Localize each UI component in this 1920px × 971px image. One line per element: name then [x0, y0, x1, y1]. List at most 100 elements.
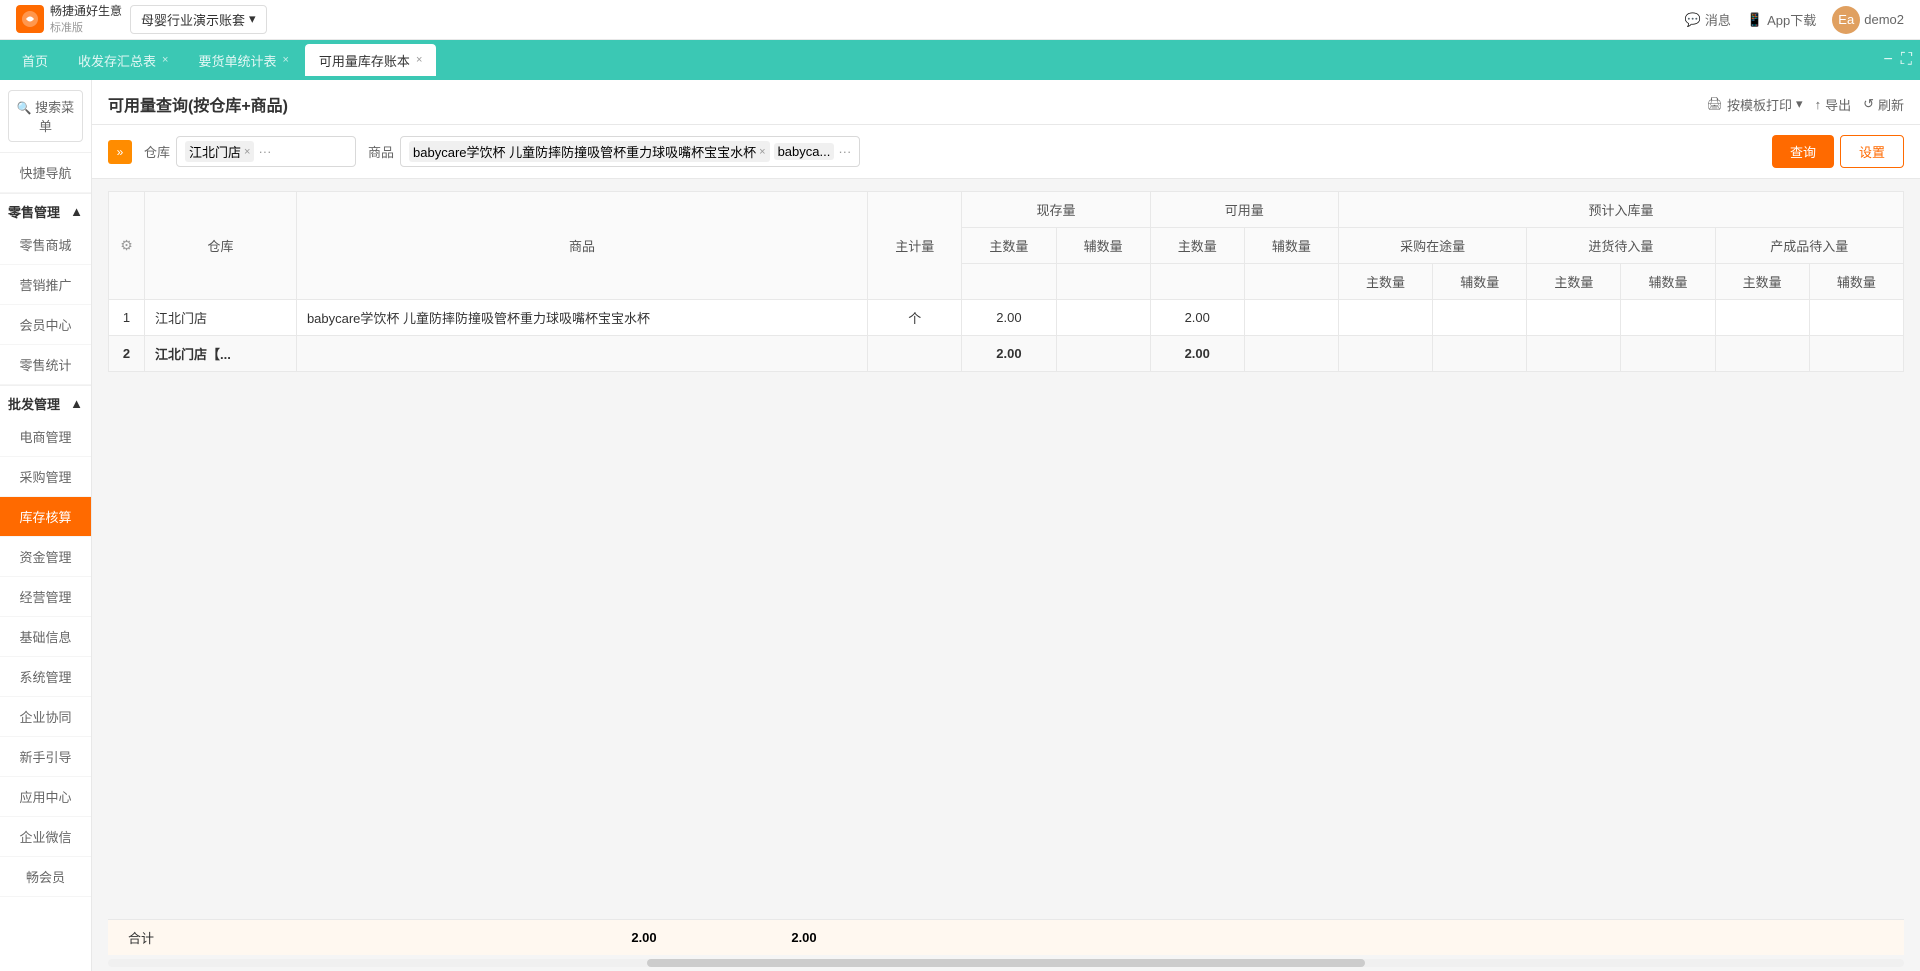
query-btn[interactable]: 查询	[1772, 135, 1834, 168]
th-am1	[1150, 264, 1244, 300]
page-title: 可用量查询(按仓库+商品)	[108, 92, 288, 116]
sidebar-item-member-center[interactable]: 会员中心	[0, 305, 91, 345]
warehouse-tag-close[interactable]: ×	[244, 146, 250, 158]
logo-sub: 标准版	[50, 19, 122, 35]
th-current-stock: 现存量	[962, 192, 1150, 228]
table-scrollbar[interactable]	[108, 959, 1904, 967]
row2-avail-aux	[1244, 336, 1338, 372]
filter-expand-btn[interactable]: »	[108, 140, 132, 164]
scroll-thumb[interactable]	[647, 959, 1365, 967]
product-input[interactable]: babycare学饮杯 儿童防摔防撞吸管杯重力球吸嘴杯宝宝水杯 × babyca…	[400, 136, 860, 167]
sidebar-item-quick-nav[interactable]: 快捷导航	[0, 153, 91, 193]
th-fp-main: 主数量	[1715, 264, 1809, 300]
gear-icon[interactable]: ⚙	[120, 237, 133, 253]
tab-receipt-summary-label: 收发存汇总表	[78, 51, 156, 70]
row1-fp-aux	[1809, 300, 1903, 336]
user-area[interactable]: Ea demo2	[1832, 6, 1904, 34]
filter-bar: » 仓库 江北门店 × ··· 商品 babycare学饮杯 儿童防摔防撞吸管杯…	[92, 125, 1920, 179]
product-tag-2: babyca...	[774, 143, 835, 160]
filter-actions: 查询 设置	[1772, 135, 1904, 168]
row2-current-aux	[1056, 336, 1150, 372]
chevron-down-icon: ▾	[249, 11, 256, 27]
logo-text-area: 畅捷通好生意 标准版	[50, 4, 122, 34]
product-filter-group: 商品 babycare学饮杯 儿童防摔防撞吸管杯重力球吸嘴杯宝宝水杯 × bab…	[368, 136, 860, 167]
tab-order-stats[interactable]: 要货单统计表 ×	[184, 44, 302, 76]
sidebar-item-inventory-check[interactable]: 库存核算	[0, 497, 91, 537]
th-unit: 主计量	[868, 192, 962, 300]
sidebar: 🔍 搜索菜单 快捷导航 零售管理 ▲ 零售商城 营销推广 会员中心 零售统计 批…	[0, 80, 92, 971]
industry-label: 母婴行业演示账套	[141, 10, 245, 29]
row2-index: 2	[109, 336, 145, 372]
th-settings: ⚙	[109, 192, 145, 300]
sidebar-item-wholesale-mgmt[interactable]: 批发管理 ▲	[0, 385, 91, 417]
top-bar-right: 💬 消息 📱 App下载 Ea demo2	[1685, 6, 1904, 34]
th-current-aux: 辅数量	[1056, 228, 1150, 264]
chevron-icon-wholesale: ▲	[70, 396, 83, 411]
tab-home[interactable]: 首页	[8, 44, 62, 76]
data-table: ⚙ 仓库 商品 主计量 现存量 可用量 预计入库量 主数量 辅数量 主数量 辅数…	[108, 191, 1904, 372]
tab-receipt-summary[interactable]: 收发存汇总表 ×	[64, 44, 182, 76]
row1-pt-main	[1338, 300, 1432, 336]
row1-product: babycare学饮杯 儿童防摔防撞吸管杯重力球吸嘴杯宝宝水杯	[296, 300, 867, 336]
row2-ip-aux	[1621, 336, 1715, 372]
template-print-btn[interactable]: 🖨 按模板打印 ▾	[1707, 95, 1803, 114]
th-available-main: 主数量	[1150, 228, 1244, 264]
product-tag-1-close[interactable]: ×	[759, 146, 765, 158]
product-label: 商品	[368, 142, 394, 161]
page-actions: 🖨 按模板打印 ▾ ↑ 导出 ↺ 刷新	[1707, 95, 1905, 114]
sidebar-item-basic-info[interactable]: 基础信息	[0, 617, 91, 657]
tab-available-stock[interactable]: 可用量库存账本 ×	[305, 44, 436, 76]
tab-receipt-summary-close[interactable]: ×	[162, 54, 168, 66]
logo-area: 畅捷通好生意 标准版	[16, 4, 122, 34]
th-warehouse: 仓库	[145, 192, 297, 300]
sidebar-item-purchase-mgmt[interactable]: 采购管理	[0, 457, 91, 497]
sidebar-item-new-guide[interactable]: 新手引导	[0, 737, 91, 777]
th-cm1	[962, 264, 1056, 300]
tab-expand-btn[interactable]: ⛶	[1901, 51, 1912, 69]
sidebar-item-ops-mgmt[interactable]: 经营管理	[0, 577, 91, 617]
app-download-btn[interactable]: 📱 App下载	[1747, 10, 1816, 29]
message-icon: 💬	[1685, 12, 1701, 28]
warehouse-more-btn[interactable]: ···	[258, 144, 271, 159]
tab-order-stats-close[interactable]: ×	[282, 54, 288, 66]
export-label: 导出	[1825, 95, 1851, 114]
footer-current-main: 2.00	[604, 930, 684, 945]
sidebar-item-app-center[interactable]: 应用中心	[0, 777, 91, 817]
sidebar-item-ecommerce[interactable]: 电商管理	[0, 417, 91, 457]
sidebar-item-retail-mall[interactable]: 零售商城	[0, 225, 91, 265]
warehouse-input[interactable]: 江北门店 × ···	[176, 136, 356, 167]
export-btn[interactable]: ↑ 导出	[1815, 95, 1852, 114]
chevron-icon: ▲	[70, 204, 83, 219]
th-inbound-pending: 进货待入量	[1527, 228, 1715, 264]
logo-icon	[16, 5, 44, 33]
tab-bar-right: − ⛶	[1883, 51, 1912, 69]
tab-minimize-btn[interactable]: −	[1883, 51, 1892, 69]
warehouse-label: 仓库	[144, 142, 170, 161]
message-btn[interactable]: 💬 消息	[1685, 10, 1731, 29]
sidebar-item-marketing[interactable]: 营销推广	[0, 265, 91, 305]
row2-fp-aux	[1809, 336, 1903, 372]
sidebar-item-finance-mgmt[interactable]: 资金管理	[0, 537, 91, 577]
product-tag-1: babycare学饮杯 儿童防摔防撞吸管杯重力球吸嘴杯宝宝水杯 ×	[409, 141, 770, 162]
product-more-btn[interactable]: ···	[838, 144, 851, 159]
sidebar-search-btn[interactable]: 🔍 搜索菜单	[8, 90, 83, 142]
tab-available-stock-close[interactable]: ×	[416, 54, 422, 66]
refresh-btn[interactable]: ↺ 刷新	[1863, 95, 1904, 114]
sidebar-item-enterprise-wechat[interactable]: 企业微信	[0, 817, 91, 857]
row1-unit: 个	[868, 300, 962, 336]
refresh-icon: ↺	[1863, 96, 1874, 112]
row2-current-main: 2.00	[962, 336, 1056, 372]
sidebar-item-retail-stats[interactable]: 零售统计	[0, 345, 91, 385]
industry-selector[interactable]: 母婴行业演示账套 ▾	[130, 5, 267, 34]
th-ip-main: 主数量	[1527, 264, 1621, 300]
sidebar-item-chang-member[interactable]: 畅会员	[0, 857, 91, 897]
page-header: 可用量查询(按仓库+商品) 🖨 按模板打印 ▾ ↑ 导出 ↺ 刷新	[92, 80, 1920, 125]
sidebar-item-enterprise-collab[interactable]: 企业协同	[0, 697, 91, 737]
tab-home-label: 首页	[22, 51, 48, 70]
th-product: 商品	[296, 192, 867, 300]
settings-btn[interactable]: 设置	[1840, 135, 1904, 168]
sidebar-item-system-mgmt[interactable]: 系统管理	[0, 657, 91, 697]
sidebar-item-retail-mgmt[interactable]: 零售管理 ▲	[0, 193, 91, 225]
footer-available-main: 2.00	[764, 930, 844, 945]
th-cm2	[1056, 264, 1150, 300]
